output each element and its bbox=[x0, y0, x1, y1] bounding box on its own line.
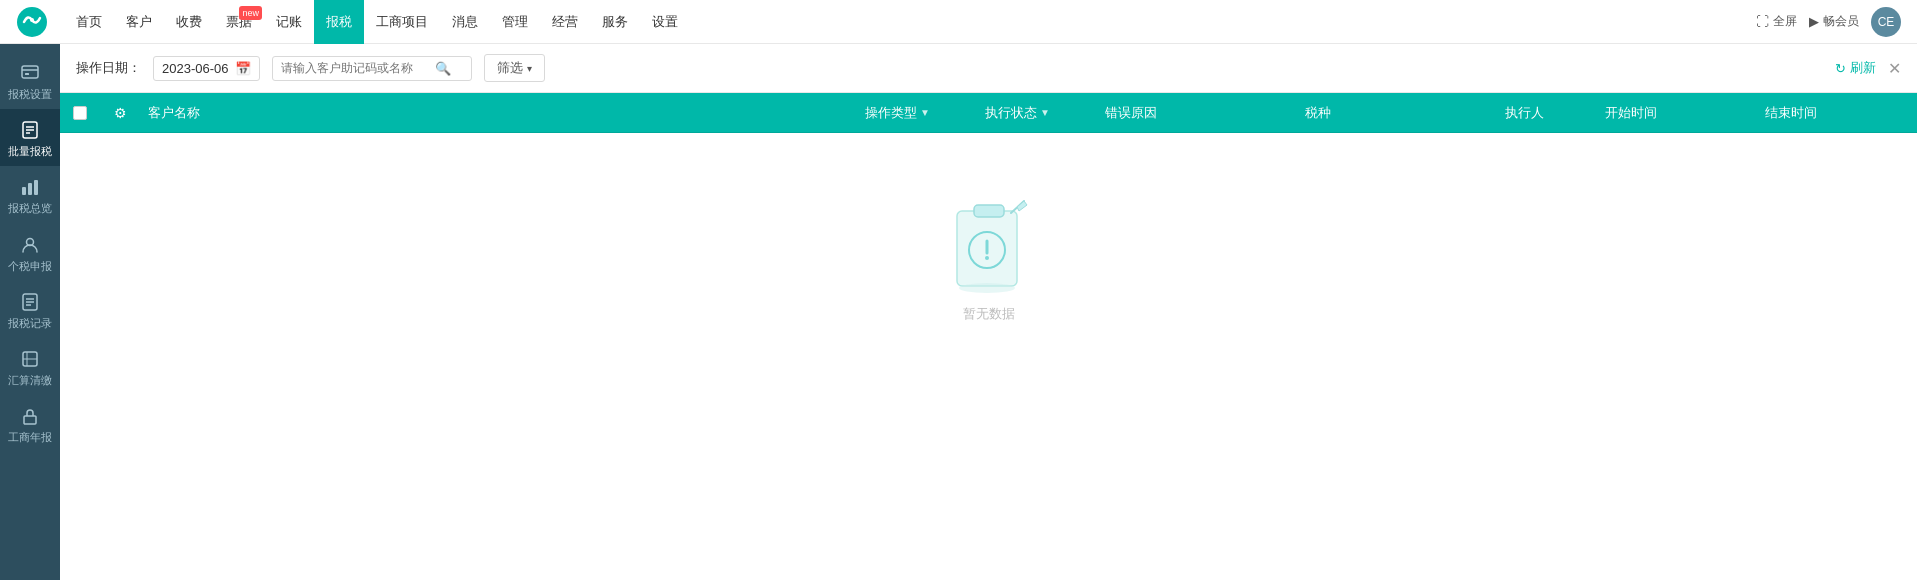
nav-invoice[interactable]: 票据 new bbox=[214, 0, 264, 44]
new-badge: new bbox=[239, 6, 262, 20]
fullscreen-icon: ⛶ bbox=[1756, 14, 1769, 29]
sidebar-item-batch-tax[interactable]: 批量报税 bbox=[0, 109, 60, 166]
sidebar-item-tax-overview[interactable]: 报税总览 bbox=[0, 166, 60, 223]
svg-rect-2 bbox=[22, 66, 38, 78]
top-navigation: 首页 客户 收费 票据 new 记账 报税 工商项目 消息 管理 经营 服务 设… bbox=[0, 0, 1917, 44]
nav-business[interactable]: 工商项目 bbox=[364, 0, 440, 44]
sidebar-item-tax-records[interactable]: 报税记录 bbox=[0, 281, 60, 338]
table-header: ⚙ 客户名称 操作类型 ▼ 执行状态 ▼ 错误原因 税种 bbox=[60, 93, 1917, 133]
date-label: 操作日期： bbox=[76, 59, 141, 77]
tax-overview-icon bbox=[19, 176, 41, 198]
empty-text: 暂无数据 bbox=[963, 305, 1015, 323]
table-container: ⚙ 客户名称 操作类型 ▼ 执行状态 ▼ 错误原因 税种 bbox=[60, 93, 1917, 580]
close-icon: ✕ bbox=[1888, 60, 1901, 77]
svg-point-1 bbox=[30, 18, 34, 22]
sidebar-item-personal-tax[interactable]: 个税申报 bbox=[0, 224, 60, 281]
batch-tax-label: 批量报税 bbox=[8, 145, 52, 158]
nav-settings[interactable]: 设置 bbox=[640, 0, 690, 44]
sidebar-item-tax-settings[interactable]: 报税设置 bbox=[0, 52, 60, 109]
search-input[interactable] bbox=[281, 61, 431, 75]
svg-rect-4 bbox=[25, 73, 29, 75]
th-checkbox[interactable] bbox=[60, 106, 100, 120]
tax-records-label: 报税记录 bbox=[8, 317, 52, 330]
chevron-down-icon: ▾ bbox=[527, 63, 532, 74]
date-picker[interactable]: 2023-06-06 📅 bbox=[153, 56, 260, 81]
tax-overview-label: 报税总览 bbox=[8, 202, 52, 215]
svg-marker-27 bbox=[1017, 201, 1027, 211]
tax-settings-label: 报税设置 bbox=[8, 88, 52, 101]
nav-tax[interactable]: 报税 bbox=[314, 0, 364, 44]
sidebar-item-calculation[interactable]: 汇算清缴 bbox=[0, 338, 60, 395]
search-box[interactable]: 🔍 bbox=[272, 56, 472, 81]
tax-settings-icon bbox=[19, 62, 41, 84]
th-operation-type[interactable]: 操作类型 ▼ bbox=[857, 104, 977, 122]
nav-accounts[interactable]: 记账 bbox=[264, 0, 314, 44]
th-start-time: 开始时间 bbox=[1597, 104, 1757, 122]
calculation-icon bbox=[19, 348, 41, 370]
refresh-button[interactable]: ↻ 刷新 bbox=[1835, 59, 1876, 77]
refresh-icon: ↻ bbox=[1835, 61, 1846, 76]
nav-right-area: ⛶ 全屏 ▶ 畅会员 CE bbox=[1756, 7, 1901, 37]
sidebar: 报税设置 批量报税 报税总览 bbox=[0, 44, 60, 580]
nav-service[interactable]: 服务 bbox=[590, 0, 640, 44]
toolbar: 操作日期： 2023-06-06 📅 🔍 筛选 ▾ ↻ 刷新 ✕ bbox=[60, 44, 1917, 93]
th-customer-name: 客户名称 bbox=[140, 104, 857, 122]
settings-icon: ⚙ bbox=[114, 105, 127, 121]
nav-home[interactable]: 首页 bbox=[64, 0, 114, 44]
toolbar-right: ↻ 刷新 ✕ bbox=[1835, 59, 1901, 78]
calendar-icon: 📅 bbox=[235, 61, 251, 76]
main-layout: 报税设置 批量报税 报税总览 bbox=[0, 44, 1917, 580]
nav-message[interactable]: 消息 bbox=[440, 0, 490, 44]
avatar[interactable]: CE bbox=[1871, 7, 1901, 37]
th-executor: 执行人 bbox=[1497, 104, 1597, 122]
nav-management[interactable]: 管理 bbox=[490, 0, 540, 44]
nav-customer[interactable]: 客户 bbox=[114, 0, 164, 44]
th-settings[interactable]: ⚙ bbox=[100, 105, 140, 121]
nav-operations[interactable]: 经营 bbox=[540, 0, 590, 44]
video-icon: ▶ bbox=[1809, 14, 1819, 29]
th-execution-status[interactable]: 执行状态 ▼ bbox=[977, 104, 1097, 122]
calculation-label: 汇算清缴 bbox=[8, 374, 52, 387]
member-button[interactable]: ▶ 畅会员 bbox=[1809, 13, 1859, 30]
th-end-time: 结束时间 bbox=[1757, 104, 1917, 122]
svg-rect-20 bbox=[24, 416, 36, 424]
svg-point-25 bbox=[985, 256, 989, 260]
th-tax-type: 税种 bbox=[1297, 104, 1497, 122]
select-all-checkbox[interactable] bbox=[73, 106, 87, 120]
sort-icon-operation: ▼ bbox=[920, 107, 930, 118]
tax-records-icon bbox=[19, 291, 41, 313]
personal-tax-label: 个税申报 bbox=[8, 260, 52, 273]
batch-tax-icon bbox=[19, 119, 41, 141]
svg-rect-11 bbox=[34, 180, 38, 195]
sidebar-item-annual-report[interactable]: 工商年报 bbox=[0, 395, 60, 452]
fullscreen-button[interactable]: ⛶ 全屏 bbox=[1756, 13, 1797, 30]
nav-billing[interactable]: 收费 bbox=[164, 0, 214, 44]
svg-rect-9 bbox=[22, 187, 26, 195]
svg-point-28 bbox=[959, 283, 1015, 293]
annual-report-label: 工商年报 bbox=[8, 431, 52, 444]
th-error-reason: 错误原因 bbox=[1097, 104, 1297, 122]
svg-rect-10 bbox=[28, 183, 32, 195]
svg-rect-22 bbox=[974, 205, 1004, 217]
filter-button[interactable]: 筛选 ▾ bbox=[484, 54, 545, 82]
nav-menu: 首页 客户 收费 票据 new 记账 报税 工商项目 消息 管理 经营 服务 设… bbox=[64, 0, 1756, 44]
sort-icon-status: ▼ bbox=[1040, 107, 1050, 118]
personal-tax-icon bbox=[19, 234, 41, 256]
empty-icon bbox=[939, 193, 1039, 293]
close-button[interactable]: ✕ bbox=[1888, 59, 1901, 78]
search-icon: 🔍 bbox=[435, 61, 451, 76]
empty-state: 暂无数据 bbox=[60, 133, 1917, 383]
annual-report-icon bbox=[19, 405, 41, 427]
content-area: 操作日期： 2023-06-06 📅 🔍 筛选 ▾ ↻ 刷新 ✕ bbox=[60, 44, 1917, 580]
app-logo[interactable] bbox=[16, 6, 48, 38]
